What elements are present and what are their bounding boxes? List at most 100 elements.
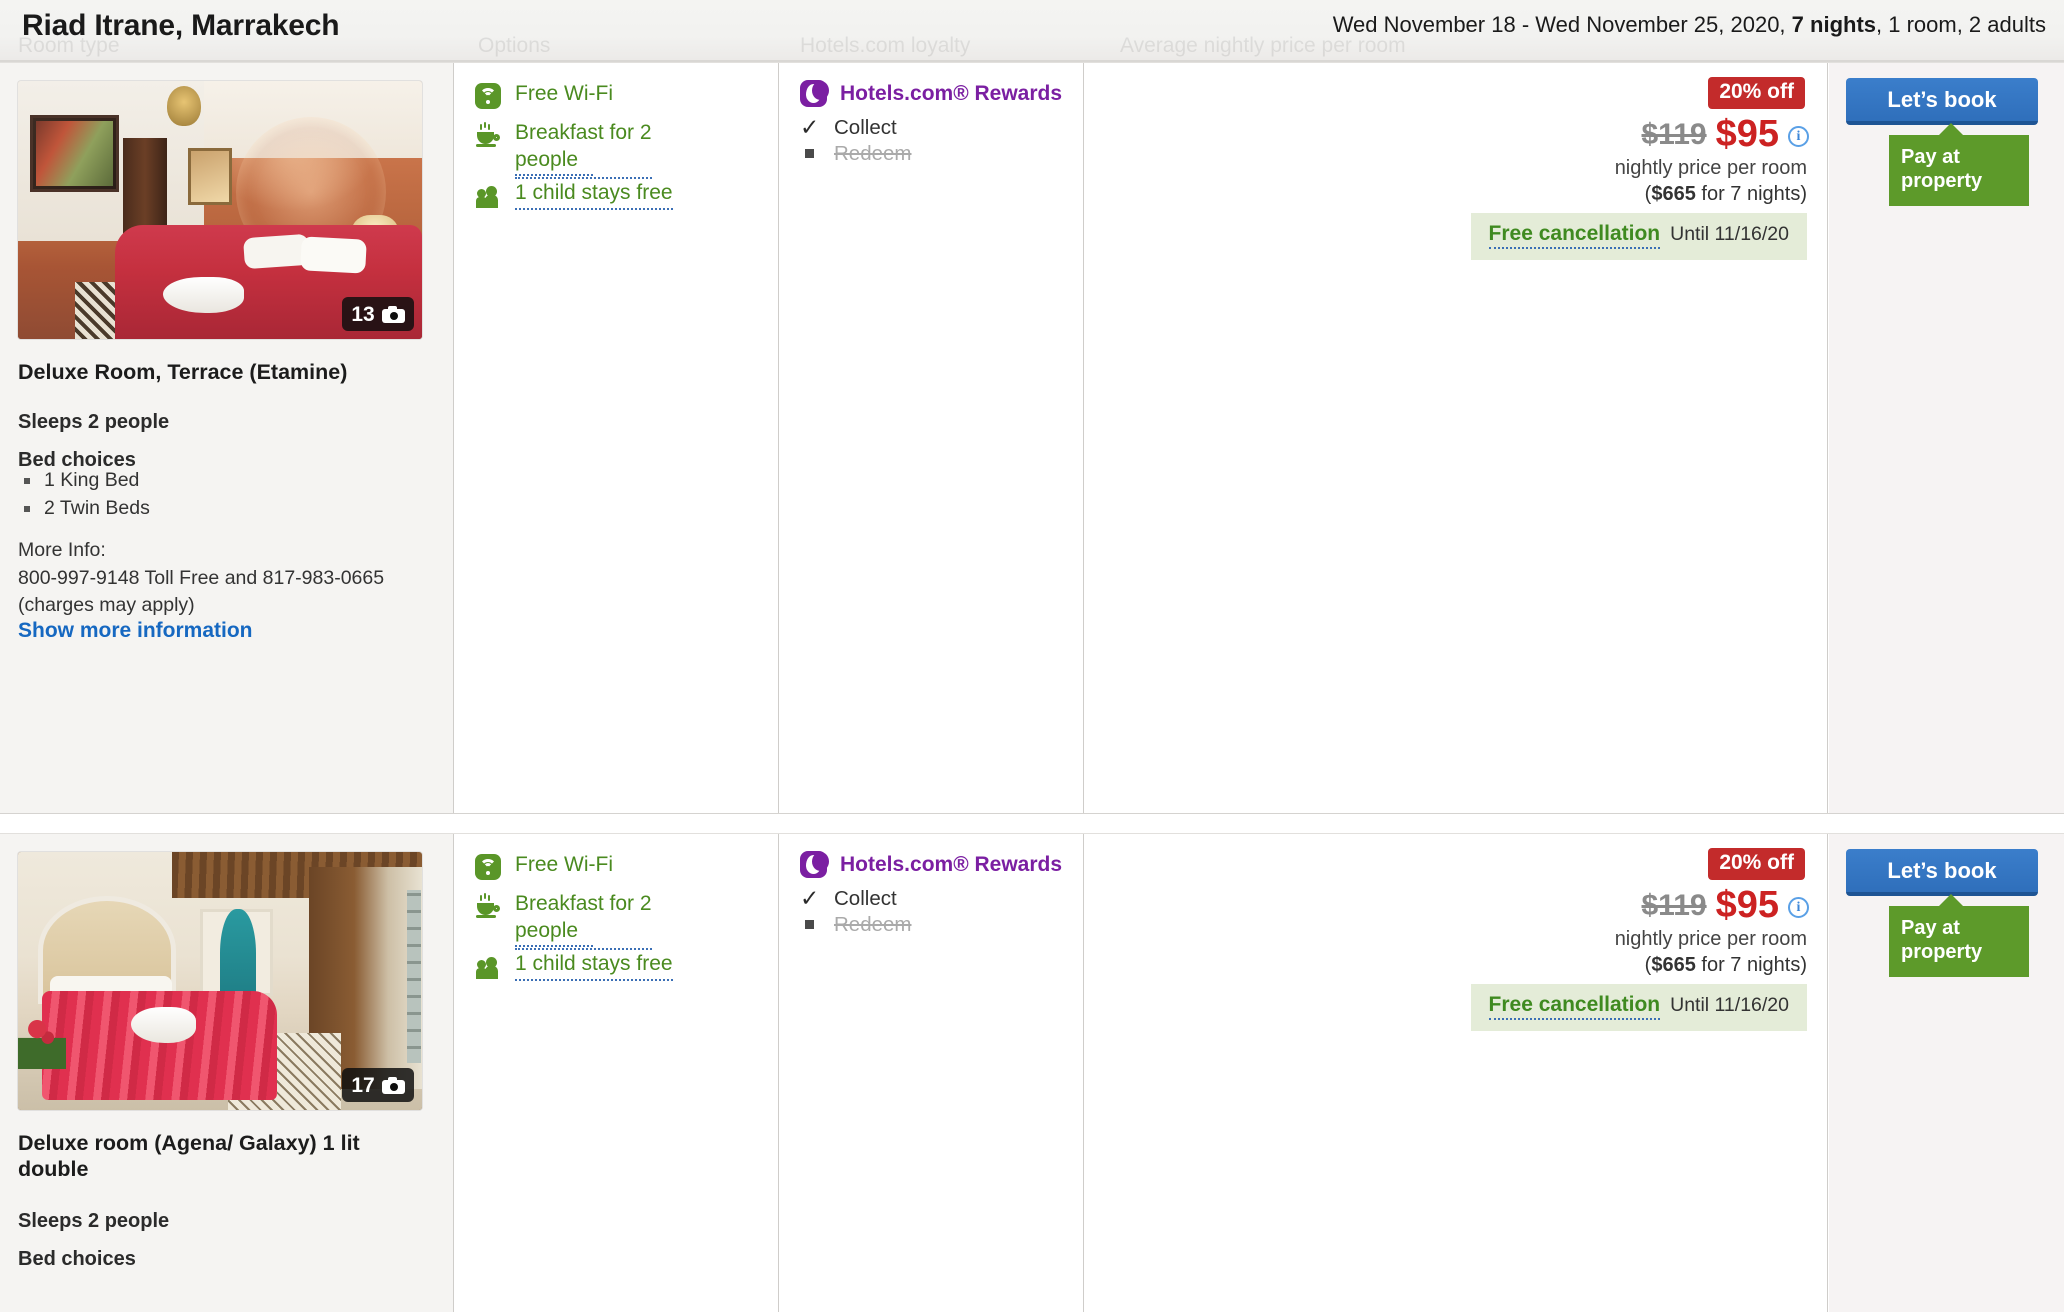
room-photo[interactable]: 17 — [18, 852, 422, 1110]
option-label-line1: Breakfast for 2 — [515, 892, 652, 915]
price-subtitle: nightly price per room — [1614, 157, 1807, 179]
price-subtitle: nightly price per room — [1614, 928, 1807, 950]
total-suffix: for 7 nights) — [1695, 954, 1807, 976]
booking-cell: Let’s book Pay at property — [1829, 834, 2064, 1312]
loyalty-redeem-row: Redeem — [800, 913, 912, 937]
option-label[interactable]: Breakfast for 2 people — [515, 120, 652, 180]
option-child-stays-free[interactable]: 1 child stays free — [475, 951, 673, 981]
more-info-text: 800-997-9148 Toll Free and 817-983-0665 … — [18, 566, 385, 617]
price-line: $119 $95 i — [1641, 884, 1809, 927]
option-label: Free Wi-Fi — [515, 82, 613, 105]
check-icon: ✓ — [800, 114, 820, 140]
family-icon — [475, 182, 501, 208]
bed-choice-item: 1 King Bed — [22, 469, 150, 492]
camera-icon — [381, 1076, 405, 1094]
loyalty-redeem-row: Redeem — [800, 142, 912, 166]
room-photo[interactable]: 13 — [18, 81, 422, 339]
loyalty-collect-label: Collect — [834, 116, 897, 139]
total-suffix: for 7 nights) — [1695, 183, 1807, 205]
price-line: $119 $95 i — [1641, 113, 1809, 156]
discount-badge: 20% off — [1708, 848, 1805, 880]
coffee-cup-icon — [475, 893, 501, 919]
cancellation-deadline: Until 11/16/20 — [1670, 223, 1789, 245]
room-rates-page: Room type Options Hotels.com loyalty Ave… — [0, 0, 2064, 1312]
option-breakfast[interactable]: Breakfast for 2 people — [475, 891, 652, 951]
sticky-header: Room type Options Hotels.com loyalty Ave… — [0, 0, 2064, 62]
pay-at-property-note: Pay at property — [1889, 894, 2029, 977]
family-icon — [475, 953, 501, 979]
check-icon: ✓ — [800, 885, 820, 911]
option-label[interactable]: 1 child stays free — [515, 951, 673, 981]
room-rate-row: 13 Deluxe Room, Terrace (Etamine) Sleeps… — [0, 62, 2064, 814]
show-more-information-link[interactable]: Show more information — [18, 619, 253, 643]
hotels-moon-icon — [800, 851, 829, 878]
square-bullet-icon — [800, 916, 834, 934]
photo-count-badge[interactable]: 17 — [342, 1068, 414, 1102]
stay-nights: 7 nights — [1791, 12, 1877, 37]
option-child-stays-free[interactable]: 1 child stays free — [475, 180, 673, 210]
option-label-line2: people — [515, 147, 593, 177]
photo-count: 13 — [351, 302, 375, 326]
page-title: Riad Itrane, Marrakech — [22, 9, 340, 42]
room-type-cell: 13 Deluxe Room, Terrace (Etamine) Sleeps… — [0, 63, 454, 813]
options-cell: Free Wi-Fi Breakfast for 2 people 1 child… — [455, 834, 779, 1312]
loyalty-redeem-label: Redeem — [834, 913, 912, 936]
total-amount: $665 — [1651, 954, 1696, 976]
stay-dates: Wed November 18 - Wed November 25, 2020, — [1332, 12, 1792, 37]
more-info-label: More Info: — [18, 539, 106, 561]
lets-book-button[interactable]: Let’s book — [1846, 78, 2038, 125]
stay-occupancy: , 1 room, 2 adults — [1876, 12, 2046, 37]
option-breakfast[interactable]: Breakfast for 2 people — [475, 120, 652, 180]
bed-choice-item: 2 Twin Beds — [22, 497, 150, 520]
room-occupancy: Sleeps 2 people — [18, 411, 170, 433]
loyalty-redeem-label: Redeem — [834, 142, 912, 165]
photo-count-badge[interactable]: 13 — [342, 297, 414, 331]
option-label: Free Wi-Fi — [515, 853, 613, 876]
room-rate-row: 17 Deluxe room (Agena/ Galaxy) 1 lit dou… — [0, 833, 2064, 1312]
info-icon[interactable]: i — [1788, 897, 1809, 918]
room-title: Deluxe room (Agena/ Galaxy) 1 lit double — [18, 1131, 360, 1182]
price-cell: 20% off $119 $95 i nightly price per roo… — [1085, 834, 1828, 1312]
option-free-wifi: Free Wi-Fi — [475, 81, 613, 109]
room-type-cell: 17 Deluxe room (Agena/ Galaxy) 1 lit dou… — [0, 834, 454, 1312]
current-price: $95 — [1715, 113, 1779, 155]
wifi-icon — [475, 83, 501, 109]
free-cancellation-link[interactable]: Free cancellation — [1488, 993, 1661, 1020]
loyalty-title: Hotels.com® Rewards — [840, 81, 1063, 105]
loyalty-header: Hotels.com® Rewards — [800, 851, 1062, 878]
discount-badge: 20% off — [1708, 77, 1805, 109]
option-label[interactable]: Breakfast for 2 people — [515, 891, 652, 951]
price-total: ($665 for 7 nights) — [1645, 954, 1807, 977]
room-occupancy: Sleeps 2 people — [18, 1210, 170, 1232]
column-header-loyalty: Hotels.com loyalty — [800, 34, 971, 57]
pay-at-property-note: Pay at property — [1889, 123, 2029, 206]
option-free-wifi: Free Wi-Fi — [475, 852, 613, 880]
more-info-block: More Info: 800-997-9148 Toll Free and 81… — [18, 537, 438, 620]
wifi-icon — [475, 854, 501, 880]
options-cell: Free Wi-Fi Breakfast for 2 people 1 child… — [455, 63, 779, 813]
bed-choices-list: 1 King Bed 2 Twin Beds — [22, 469, 150, 526]
loyalty-collect-label: Collect — [834, 887, 897, 910]
total-amount: $665 — [1651, 183, 1696, 205]
booking-cell: Let’s book Pay at property — [1829, 63, 2064, 813]
cancellation-deadline: Until 11/16/20 — [1670, 994, 1789, 1016]
option-label[interactable]: 1 child stays free — [515, 180, 673, 210]
original-price: $119 — [1641, 117, 1707, 151]
original-price: $119 — [1641, 888, 1707, 922]
loyalty-header: Hotels.com® Rewards — [800, 80, 1062, 107]
cancellation-box: Free cancellation Until 11/16/20 — [1470, 213, 1807, 260]
loyalty-cell: Hotels.com® Rewards ✓ Collect Redeem — [780, 834, 1084, 1312]
room-title: Deluxe Room, Terrace (Etamine) — [18, 360, 348, 384]
price-total: ($665 for 7 nights) — [1645, 183, 1807, 206]
info-icon[interactable]: i — [1788, 126, 1809, 147]
free-cancellation-link[interactable]: Free cancellation — [1488, 222, 1661, 249]
camera-icon — [381, 305, 405, 323]
cancellation-box: Free cancellation Until 11/16/20 — [1470, 984, 1807, 1031]
square-bullet-icon — [800, 145, 834, 163]
photo-count: 17 — [351, 1073, 375, 1097]
column-header-options: Options — [478, 34, 551, 57]
current-price: $95 — [1715, 884, 1779, 926]
loyalty-title: Hotels.com® Rewards — [840, 852, 1063, 876]
lets-book-button[interactable]: Let’s book — [1846, 849, 2038, 896]
price-cell: 20% off $119 $95 i nightly price per roo… — [1085, 63, 1828, 813]
